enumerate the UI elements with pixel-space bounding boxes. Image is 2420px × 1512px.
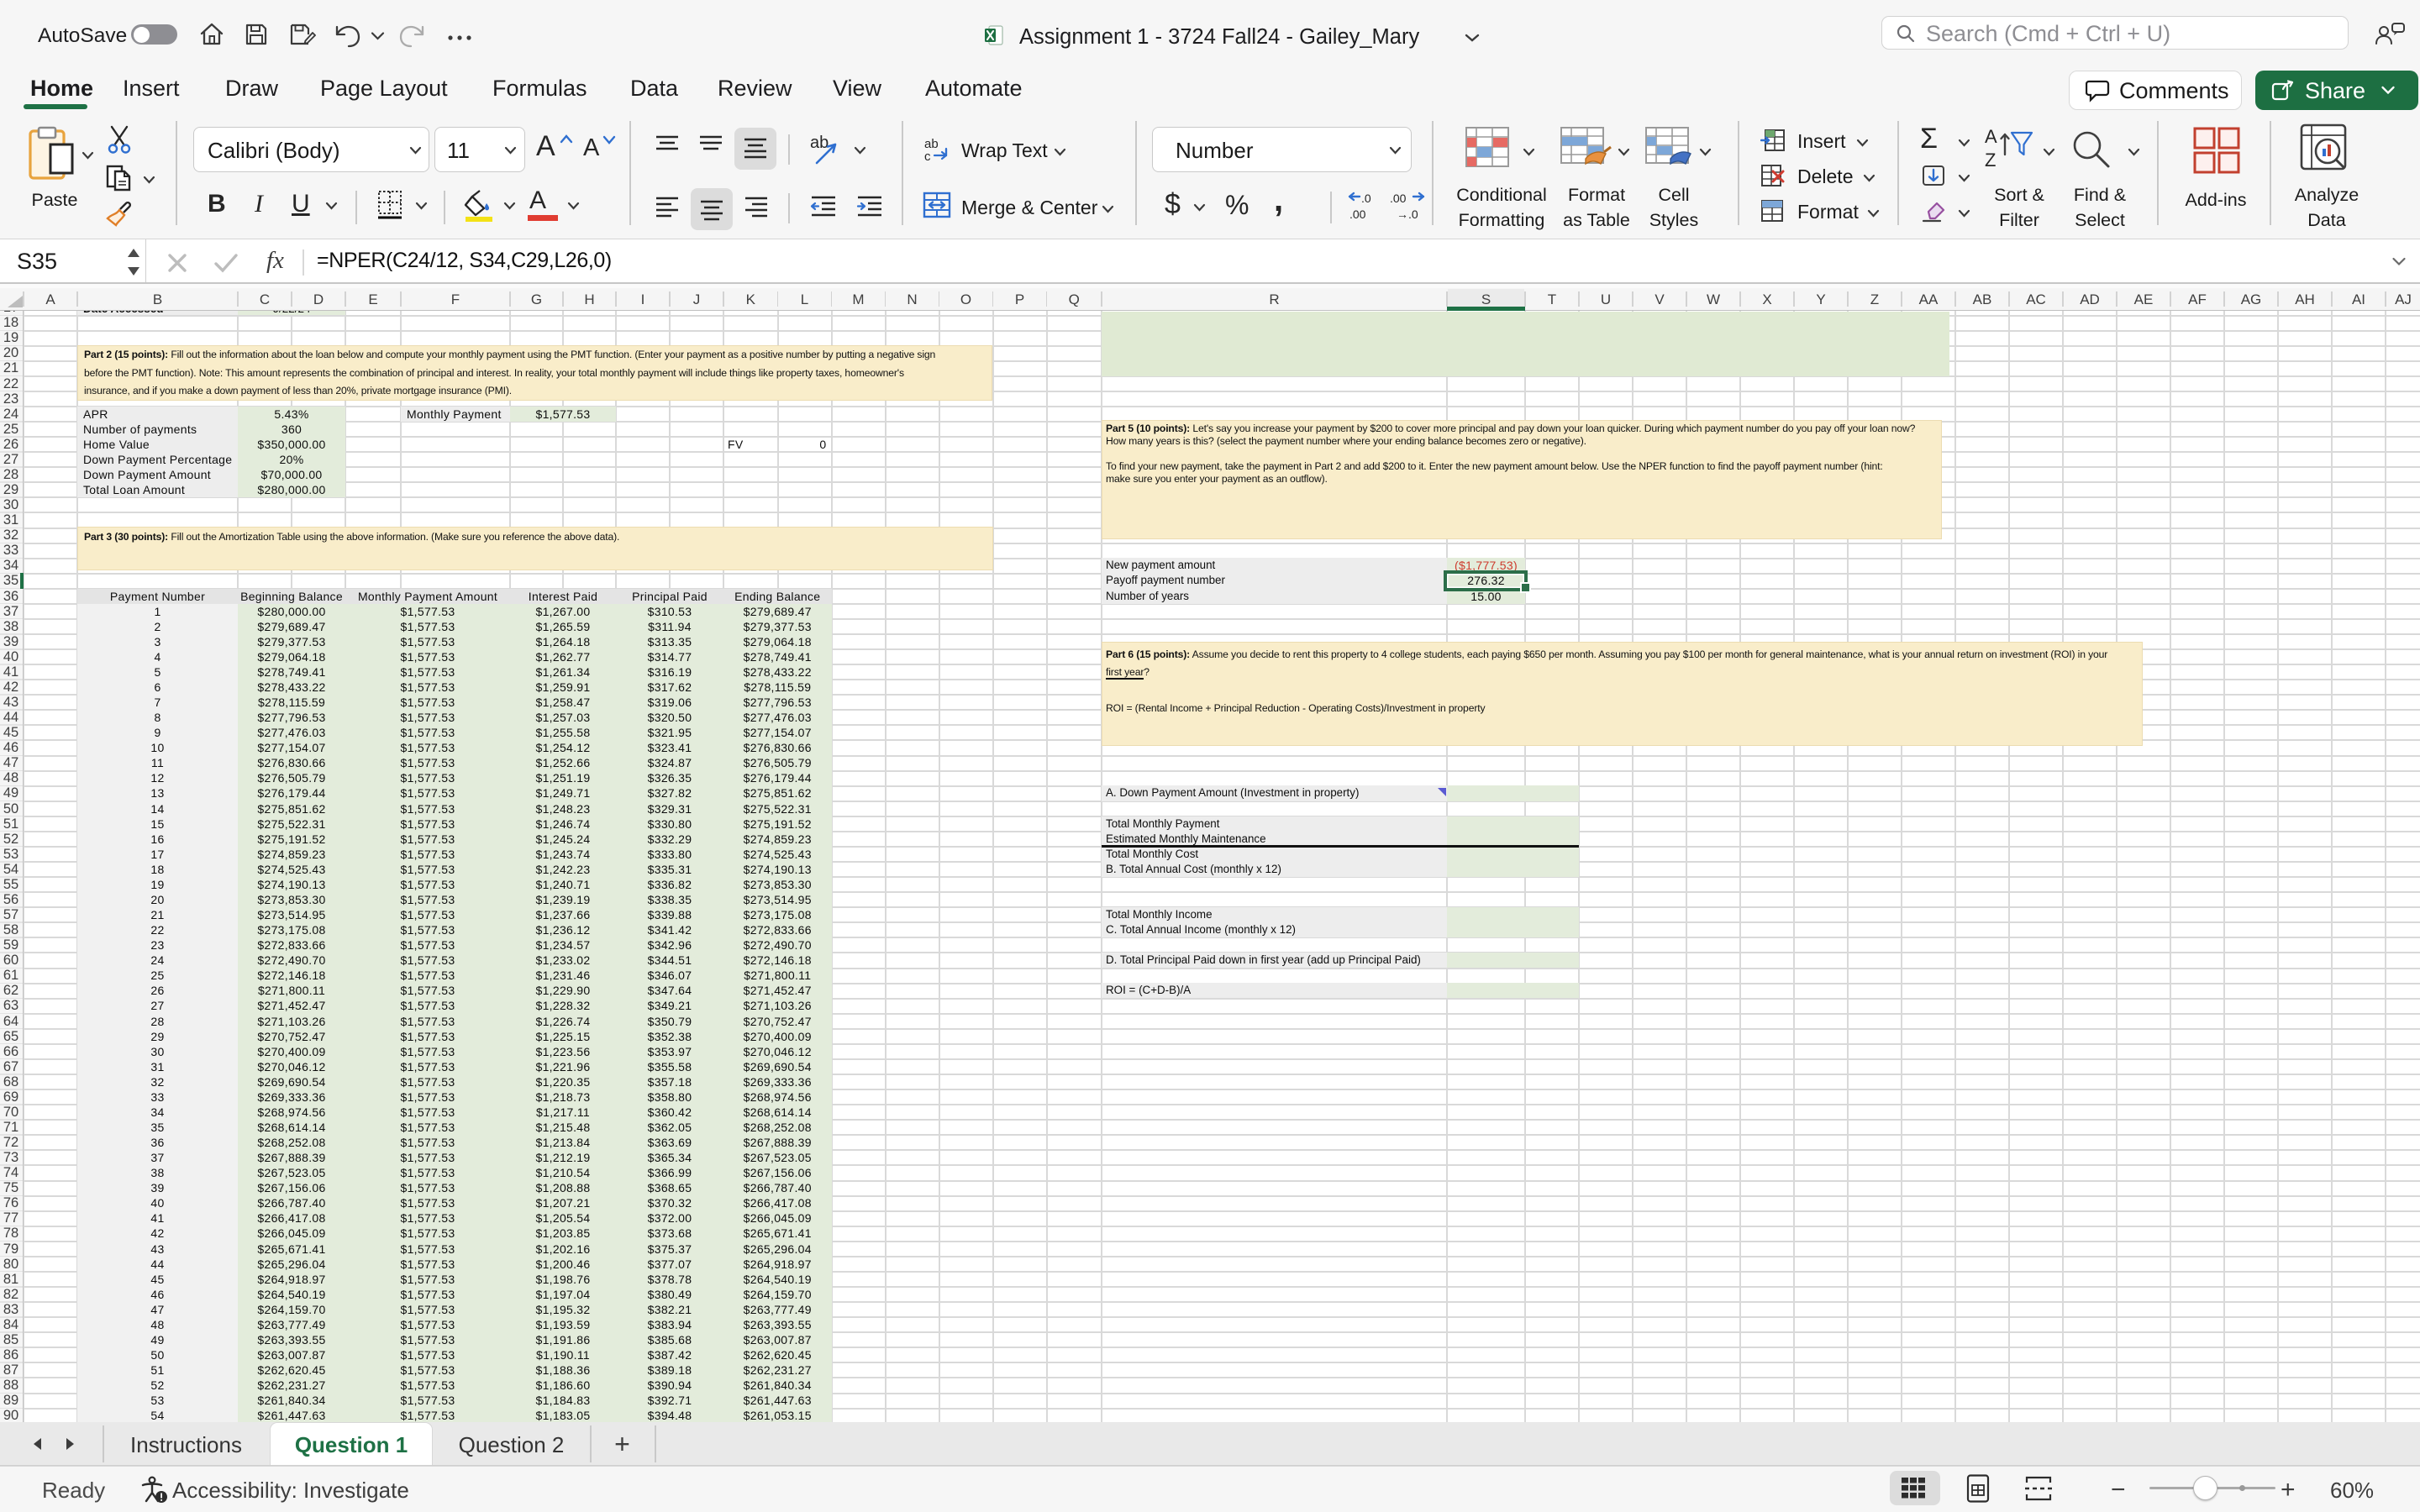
svg-text:ab: ab [810,134,829,152]
svg-text:c: c [924,150,931,162]
svg-text:A: A [1985,126,1997,147]
svg-text:Z: Z [1985,150,1996,171]
svg-text:→.0: →.0 [1397,207,1418,221]
svg-text:.0: .0 [1361,192,1371,205]
svg-text:.00: .00 [1349,207,1366,221]
svg-text:.00: .00 [1390,192,1407,205]
